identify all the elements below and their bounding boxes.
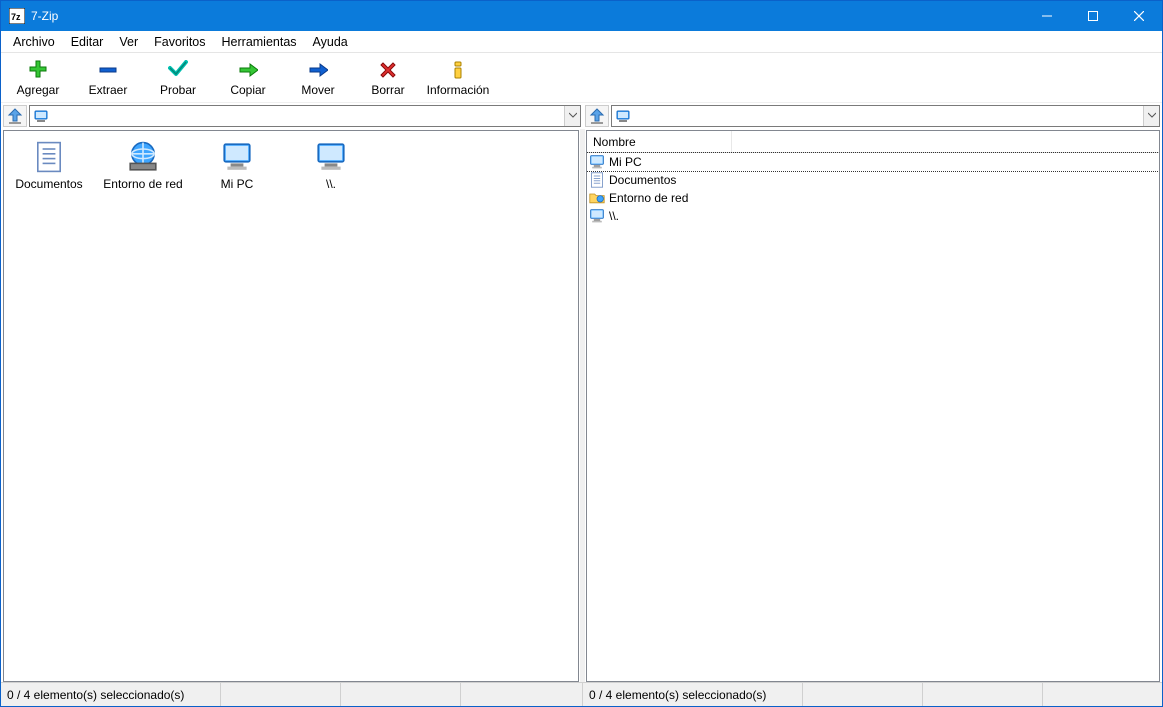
icon-item[interactable]: Documentos [6, 137, 92, 195]
address-input-right[interactable] [634, 106, 1143, 126]
address-row [1, 103, 1162, 129]
toolbar-test[interactable]: Probar [143, 57, 213, 99]
pane-left[interactable]: Documentos Entorno de red Mi PC \\. [3, 130, 579, 682]
toolbar-info-label: Información [427, 83, 490, 97]
arrow-right-green-icon [238, 59, 258, 81]
computer-icon [315, 141, 347, 173]
computer-icon [589, 154, 605, 170]
computer-mini-icon [34, 109, 48, 123]
arrow-right-blue-icon [308, 59, 328, 81]
address-pane-right [583, 103, 1162, 129]
toolbar-copy[interactable]: Copiar [213, 57, 283, 99]
computer-icon [589, 208, 605, 224]
toolbar-copy-label: Copiar [230, 83, 265, 97]
list-header: Nombre [587, 131, 1159, 153]
icon-item-label: Documentos [15, 177, 82, 191]
menu-ver[interactable]: Ver [111, 33, 146, 51]
list-row[interactable]: Entorno de red [587, 189, 1159, 207]
up-button-left[interactable] [3, 105, 27, 127]
address-pane-left [1, 103, 583, 129]
network-globe-icon [127, 141, 159, 173]
maximize-button[interactable] [1070, 1, 1116, 31]
address-input-left[interactable] [52, 106, 564, 126]
icon-item[interactable]: \\. [288, 137, 374, 195]
column-header-nombre[interactable]: Nombre [587, 131, 732, 152]
menu-ayuda[interactable]: Ayuda [305, 33, 356, 51]
pane-right[interactable]: Nombre Mi PC Documentos Entorno de red \\. [586, 130, 1160, 682]
list-row[interactable]: \\. [587, 207, 1159, 225]
toolbar-test-label: Probar [160, 83, 196, 97]
app-icon: 7z [9, 8, 25, 24]
minimize-button[interactable] [1024, 1, 1070, 31]
toolbar-delete-label: Borrar [371, 83, 404, 97]
app-window: 7z 7-Zip Archivo Editar Ver Favoritos He… [0, 0, 1163, 707]
status-bar: 0 / 4 elemento(s) seleccionado(s) 0 / 4 … [1, 682, 1162, 706]
network-folder-icon [589, 190, 605, 206]
toolbar-add[interactable]: Agregar [3, 57, 73, 99]
toolbar-add-label: Agregar [17, 83, 60, 97]
icon-item-label: Mi PC [221, 177, 254, 191]
cross-icon [378, 59, 398, 81]
plus-icon [28, 59, 48, 81]
info-icon [448, 59, 468, 81]
menu-favoritos[interactable]: Favoritos [146, 33, 213, 51]
computer-mini-icon [616, 109, 630, 123]
window-title: 7-Zip [31, 9, 58, 23]
status-left: 0 / 4 elemento(s) seleccionado(s) [1, 683, 583, 706]
list-row-label: Documentos [609, 173, 676, 187]
chevron-down-icon[interactable] [564, 106, 580, 126]
list-row[interactable]: Documentos [587, 171, 1159, 189]
document-icon [589, 172, 605, 188]
menu-bar: Archivo Editar Ver Favoritos Herramienta… [1, 31, 1162, 53]
menu-archivo[interactable]: Archivo [5, 33, 63, 51]
toolbar-delete[interactable]: Borrar [353, 57, 423, 99]
icon-item-label: \\. [326, 177, 336, 191]
toolbar-extract-label: Extraer [89, 83, 128, 97]
icon-item[interactable]: Entorno de red [100, 137, 186, 195]
toolbar: Agregar Extraer Probar Copiar Mover Borr… [1, 53, 1162, 103]
toolbar-move-label: Mover [301, 83, 334, 97]
check-icon [168, 59, 188, 81]
icon-item-label: Entorno de red [103, 177, 182, 191]
up-button-right[interactable] [585, 105, 609, 127]
status-left-text: 0 / 4 elemento(s) seleccionado(s) [1, 683, 221, 706]
icon-item[interactable]: Mi PC [194, 137, 280, 195]
computer-icon [221, 141, 253, 173]
list-row[interactable]: Mi PC [587, 153, 1159, 171]
splitter[interactable] [580, 129, 585, 682]
toolbar-extract[interactable]: Extraer [73, 57, 143, 99]
menu-editar[interactable]: Editar [63, 33, 112, 51]
address-combo-left[interactable] [29, 105, 581, 127]
list-row-label: Entorno de red [609, 191, 688, 205]
toolbar-move[interactable]: Mover [283, 57, 353, 99]
title-bar[interactable]: 7z 7-Zip [1, 1, 1162, 31]
list-row-label: Mi PC [609, 155, 642, 169]
status-right-text: 0 / 4 elemento(s) seleccionado(s) [583, 683, 803, 706]
document-icon [33, 141, 65, 173]
toolbar-info[interactable]: Información [423, 57, 493, 99]
menu-herramientas[interactable]: Herramientas [214, 33, 305, 51]
list-row-label: \\. [609, 209, 619, 223]
svg-text:7z: 7z [11, 12, 21, 22]
chevron-down-icon[interactable] [1143, 106, 1159, 126]
address-combo-right[interactable] [611, 105, 1160, 127]
close-button[interactable] [1116, 1, 1162, 31]
status-right: 0 / 4 elemento(s) seleccionado(s) [583, 683, 1162, 706]
main-area: Documentos Entorno de red Mi PC \\. Nombre … [1, 129, 1162, 682]
minus-icon [98, 59, 118, 81]
